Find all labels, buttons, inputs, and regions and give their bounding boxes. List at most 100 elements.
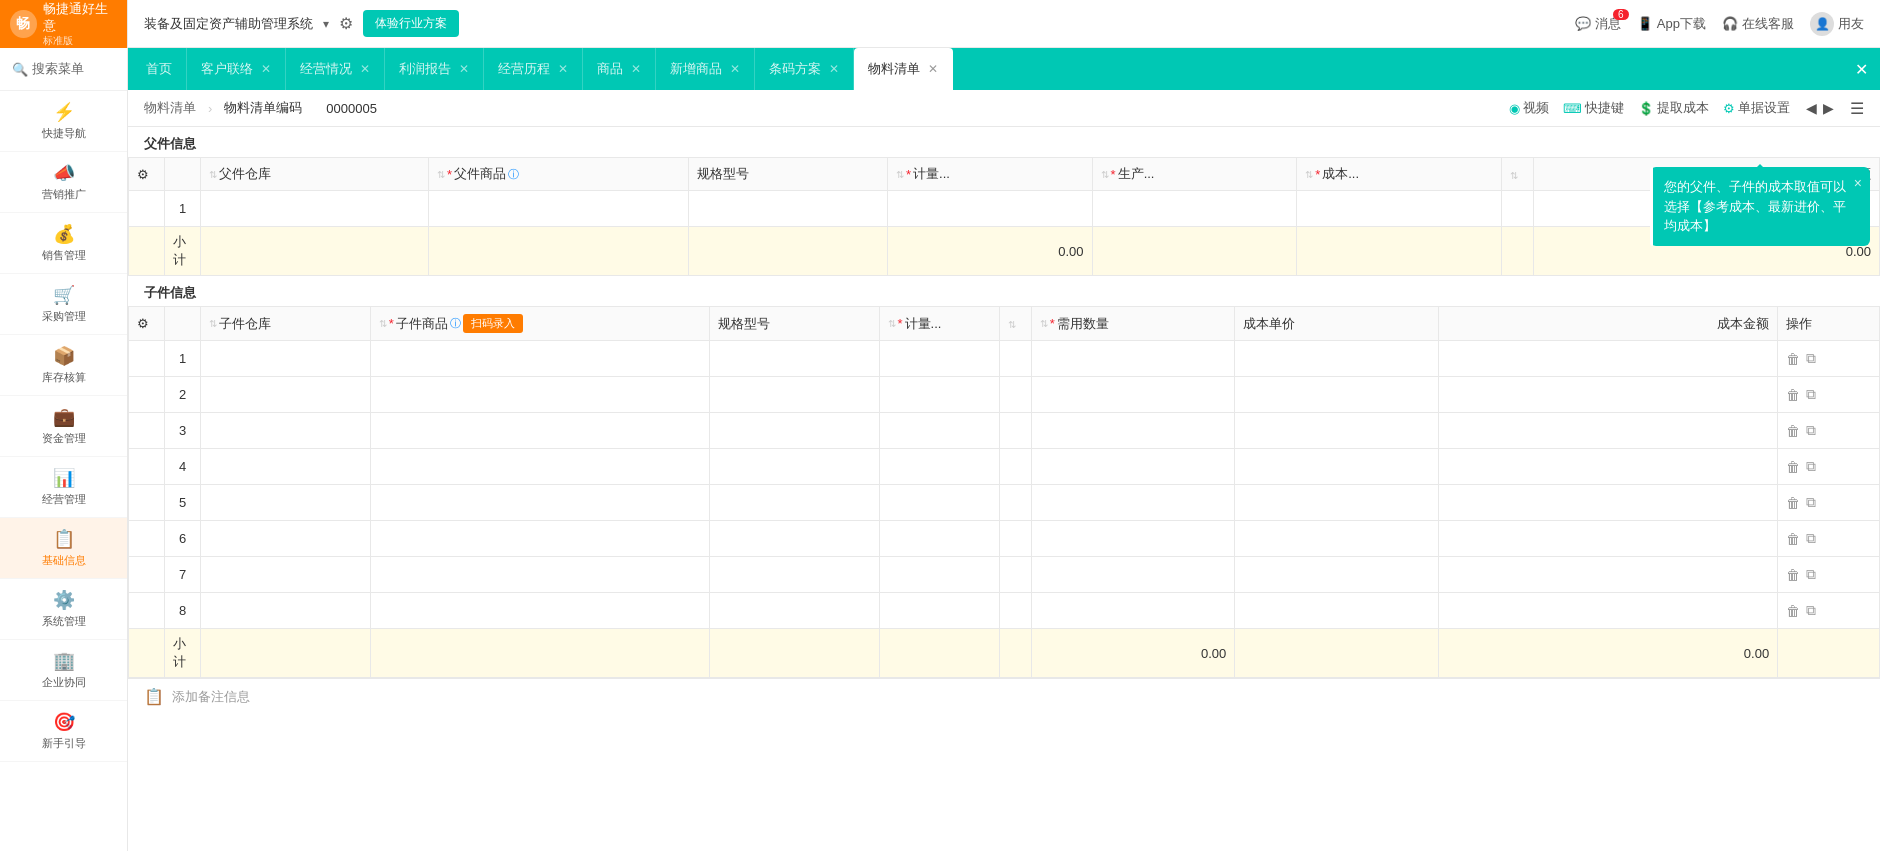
child-row-unit-3[interactable] xyxy=(879,413,999,449)
breadcrumb-home[interactable]: 物料清单 xyxy=(144,99,196,117)
sidebar-item-quick-nav[interactable]: ⚡ 快捷导航 xyxy=(0,91,127,152)
child-row-unit-cost-1[interactable] xyxy=(1235,341,1439,377)
child-row-needed-qty-3[interactable] xyxy=(1031,413,1235,449)
child-row-unit-8[interactable] xyxy=(879,593,999,629)
child-row-needed-qty-6[interactable] xyxy=(1031,521,1235,557)
system-dropdown[interactable]: ▾ xyxy=(323,17,329,31)
child-row-unit-cost-3[interactable] xyxy=(1235,413,1439,449)
child-row-unit-6[interactable] xyxy=(879,521,999,557)
trial-button[interactable]: 体验行业方案 xyxy=(363,10,459,37)
child-row-unit-7[interactable] xyxy=(879,557,999,593)
child-row-warehouse-3[interactable] xyxy=(201,413,371,449)
child-row-unit-5[interactable] xyxy=(879,485,999,521)
child-row-spec-7[interactable] xyxy=(709,557,879,593)
parent-row-spec[interactable] xyxy=(688,191,887,227)
view-button[interactable]: ◉ 视频 xyxy=(1509,99,1549,117)
child-row-unit-cost-7[interactable] xyxy=(1235,557,1439,593)
child-row-unit-4[interactable] xyxy=(879,449,999,485)
child-row-product-5[interactable] xyxy=(370,485,709,521)
sidebar-item-marketing[interactable]: 📣 营销推广 xyxy=(0,152,127,213)
gear-icon[interactable]: ⚙ xyxy=(339,14,353,33)
message-button[interactable]: 💬 消息 6 xyxy=(1575,15,1621,33)
sidebar-item-guide[interactable]: 🎯 新手引导 xyxy=(0,701,127,762)
child-row-needed-qty-2[interactable] xyxy=(1031,377,1235,413)
child-row-unit-cost-2[interactable] xyxy=(1235,377,1439,413)
child-row-spec-5[interactable] xyxy=(709,485,879,521)
parent-row-product[interactable] xyxy=(428,191,688,227)
app-download-link[interactable]: 📱 App下载 xyxy=(1637,15,1706,33)
copy-row-7-button[interactable]: ⧉ xyxy=(1806,566,1816,583)
child-row-unit-cost-4[interactable] xyxy=(1235,449,1439,485)
child-row-product-3[interactable] xyxy=(370,413,709,449)
tab-customers[interactable]: 客户联络✕ xyxy=(187,48,286,90)
search-menu-item[interactable]: 🔍 搜索菜单 xyxy=(8,56,119,82)
shortcut-button[interactable]: ⌨ 快捷键 xyxy=(1563,99,1624,117)
tab-close-new-product[interactable]: ✕ xyxy=(730,62,740,76)
copy-row-3-button[interactable]: ⧉ xyxy=(1806,422,1816,439)
copy-row-6-button[interactable]: ⧉ xyxy=(1806,530,1816,547)
delete-row-2-button[interactable]: 🗑 xyxy=(1786,387,1800,403)
close-all-tabs-button[interactable]: ✕ xyxy=(1847,60,1876,79)
child-row-unit-cost-5[interactable] xyxy=(1235,485,1439,521)
child-row-needed-qty-5[interactable] xyxy=(1031,485,1235,521)
delete-row-5-button[interactable]: 🗑 xyxy=(1786,495,1800,511)
online-service-link[interactable]: 🎧 在线客服 xyxy=(1722,15,1794,33)
sidebar-item-enterprise[interactable]: 🏢 企业协同 xyxy=(0,640,127,701)
child-row-product-8[interactable] xyxy=(370,593,709,629)
child-row-product-4[interactable] xyxy=(370,449,709,485)
child-row-warehouse-6[interactable] xyxy=(201,521,371,557)
copy-row-5-button[interactable]: ⧉ xyxy=(1806,494,1816,511)
copy-row-8-button[interactable]: ⧉ xyxy=(1806,602,1816,619)
scan-input-button[interactable]: 扫码录入 xyxy=(463,314,523,333)
delete-row-3-button[interactable]: 🗑 xyxy=(1786,423,1800,439)
child-row-warehouse-1[interactable] xyxy=(201,341,371,377)
copy-row-2-button[interactable]: ⧉ xyxy=(1806,386,1816,403)
tab-new-product[interactable]: 新增商品✕ xyxy=(656,48,755,90)
child-row-spec-4[interactable] xyxy=(709,449,879,485)
sidebar-item-system[interactable]: ⚙️ 系统管理 xyxy=(0,579,127,640)
child-row-unit-cost-6[interactable] xyxy=(1235,521,1439,557)
child-row-warehouse-4[interactable] xyxy=(201,449,371,485)
sidebar-item-finance[interactable]: 💼 资金管理 xyxy=(0,396,127,457)
child-row-product-1[interactable] xyxy=(370,341,709,377)
parent-row-produce[interactable] xyxy=(1092,191,1297,227)
parent-row-unit[interactable] xyxy=(888,191,1093,227)
child-row-product-7[interactable] xyxy=(370,557,709,593)
child-row-product-6[interactable] xyxy=(370,521,709,557)
child-row-spec-3[interactable] xyxy=(709,413,879,449)
grid-view-icon[interactable]: ☰ xyxy=(1850,99,1864,118)
tab-barcode[interactable]: 条码方案✕ xyxy=(755,48,854,90)
tab-close-profit-report[interactable]: ✕ xyxy=(459,62,469,76)
child-row-spec-1[interactable] xyxy=(709,341,879,377)
tab-close-biz-history[interactable]: ✕ xyxy=(558,62,568,76)
parent-row-cost[interactable] xyxy=(1297,191,1502,227)
child-row-unit-2[interactable] xyxy=(879,377,999,413)
child-row-spec-6[interactable] xyxy=(709,521,879,557)
nav-prev-button[interactable]: ◀ xyxy=(1804,98,1819,118)
child-row-needed-qty-4[interactable] xyxy=(1031,449,1235,485)
sidebar-item-operations[interactable]: 📊 经营管理 xyxy=(0,457,127,518)
tab-close-bom[interactable]: ✕ xyxy=(928,62,938,76)
nav-next-button[interactable]: ▶ xyxy=(1821,98,1836,118)
tab-close-barcode[interactable]: ✕ xyxy=(829,62,839,76)
copy-row-4-button[interactable]: ⧉ xyxy=(1806,458,1816,475)
child-row-warehouse-2[interactable] xyxy=(201,377,371,413)
tab-operations-status[interactable]: 经营情况✕ xyxy=(286,48,385,90)
tab-close-products[interactable]: ✕ xyxy=(631,62,641,76)
extract-cost-button[interactable]: 💲 提取成本 xyxy=(1638,99,1709,117)
tooltip-close-button[interactable]: × xyxy=(1854,173,1862,194)
copy-row-1-button[interactable]: ⧉ xyxy=(1806,350,1816,367)
child-row-unit-cost-8[interactable] xyxy=(1235,593,1439,629)
delete-row-8-button[interactable]: 🗑 xyxy=(1786,603,1800,619)
sidebar-item-purchase[interactable]: 🛒 采购管理 xyxy=(0,274,127,335)
single-settings-button[interactable]: ⚙ 单据设置 xyxy=(1723,99,1790,117)
user-menu[interactable]: 👤 用友 xyxy=(1810,12,1864,36)
child-row-spec-8[interactable] xyxy=(709,593,879,629)
delete-row-1-button[interactable]: 🗑 xyxy=(1786,351,1800,367)
child-row-needed-qty-1[interactable] xyxy=(1031,341,1235,377)
sidebar-item-inventory[interactable]: 📦 库存核算 xyxy=(0,335,127,396)
child-row-unit-1[interactable] xyxy=(879,341,999,377)
delete-row-4-button[interactable]: 🗑 xyxy=(1786,459,1800,475)
tab-close-customers[interactable]: ✕ xyxy=(261,62,271,76)
delete-row-7-button[interactable]: 🗑 xyxy=(1786,567,1800,583)
